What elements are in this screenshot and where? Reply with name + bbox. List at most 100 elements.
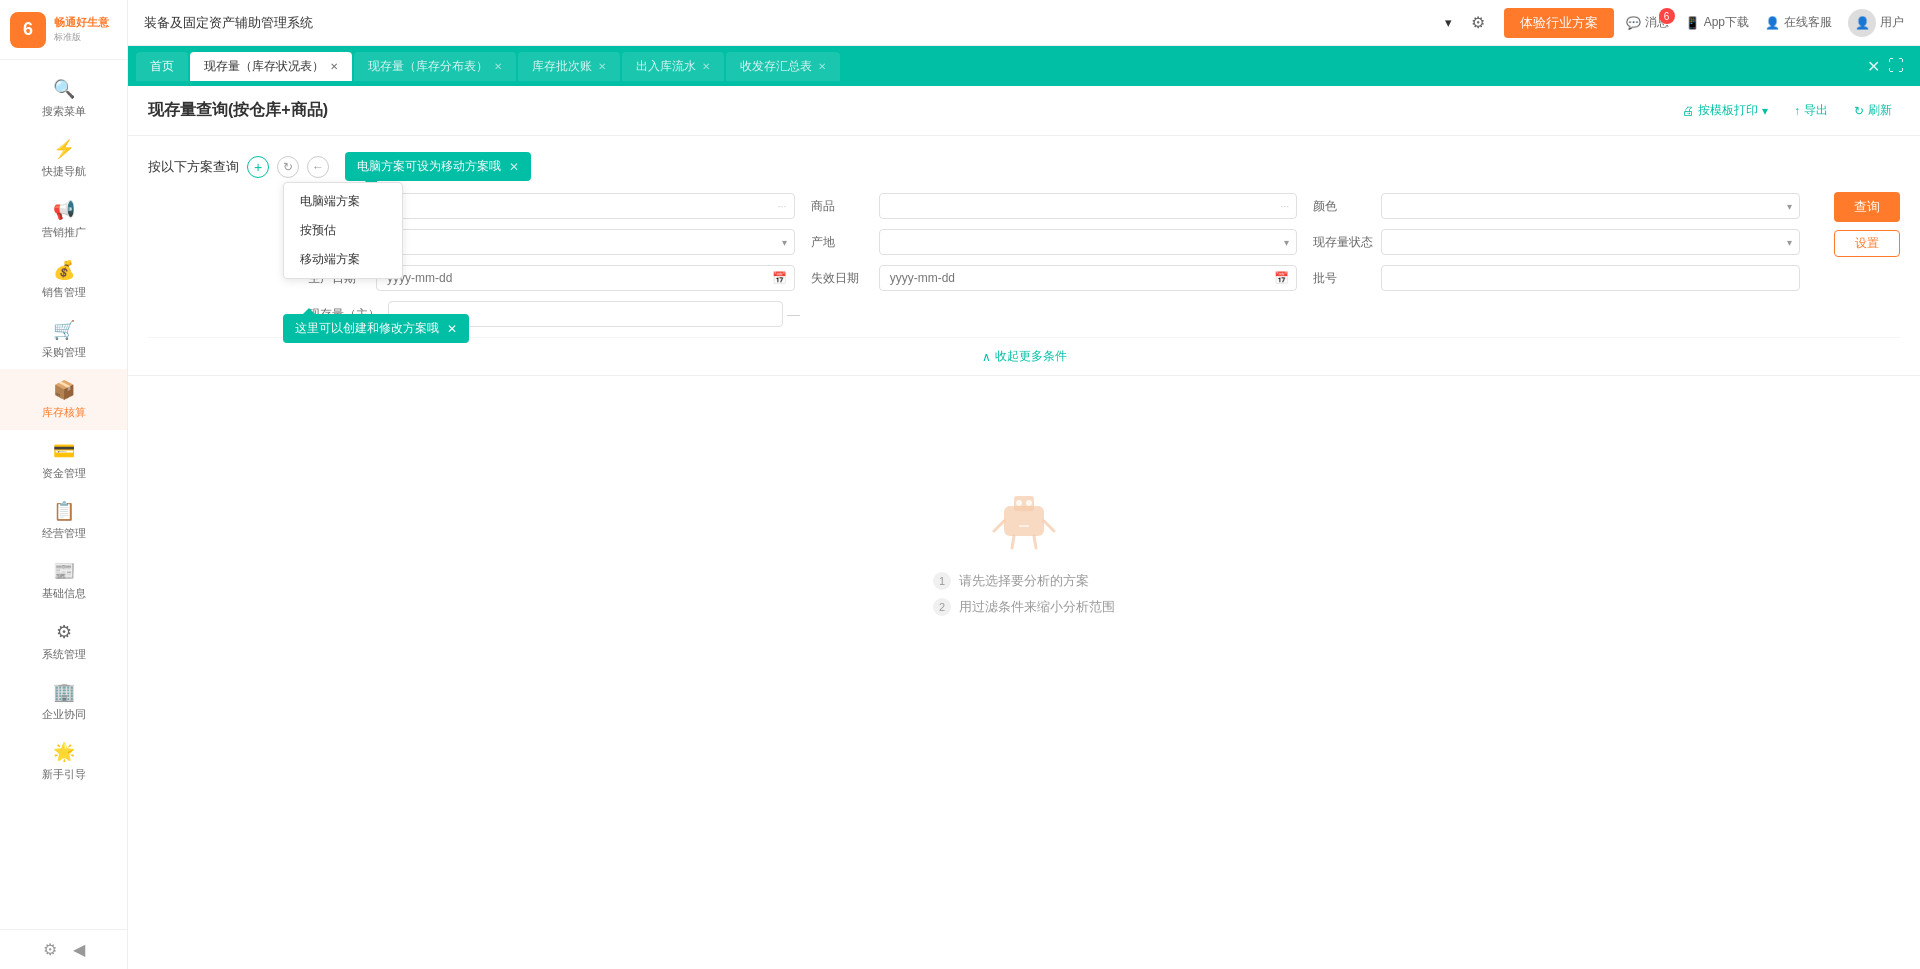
field-input-product[interactable] [879, 193, 1298, 219]
tooltip1-close[interactable]: ✕ [509, 160, 519, 174]
field-select-origin[interactable] [879, 229, 1298, 255]
print-btn[interactable]: 🖨 按模板打印 ▾ [1674, 98, 1776, 123]
print-label: 按模板打印 [1698, 102, 1758, 119]
tab-bar: 首页 现存量（库存状况表） ✕ 现存量（库存分布表） ✕ 库存批次账 ✕ 出入库… [128, 46, 1920, 86]
filter-field-exp-date: 失效日期 📅 [811, 265, 1298, 291]
filter-field-color: 颜色 ▾ [1313, 193, 1800, 219]
tab-batch-ledger[interactable]: 库存批次账 ✕ [518, 52, 620, 81]
page-content: 现存量查询(按仓库+商品) 🖨 按模板打印 ▾ ↑ 导出 ↻ [128, 86, 1920, 969]
settings-icon[interactable]: ⚙ [43, 940, 57, 959]
sidebar-item-system[interactable]: ⚙ 系统管理 [0, 611, 127, 671]
field-date-wrap-prod: 📅 [376, 265, 795, 291]
sidebar-bottom: ⚙ ◀ [0, 929, 127, 969]
sidebar-item-sales[interactable]: 💰 销售管理 [0, 249, 127, 309]
tab-bar-actions: ✕ ⛶ [1859, 57, 1912, 76]
sidebar-item-finance[interactable]: 💳 资金管理 [0, 430, 127, 490]
sidebar-item-label: 新手引导 [42, 767, 86, 781]
refresh-label: 刷新 [1868, 102, 1892, 119]
sidebar-item-guide[interactable]: 🌟 新手引导 [0, 731, 127, 791]
refresh-btn[interactable]: ↻ 刷新 [1846, 98, 1900, 123]
field-select-stock-status[interactable] [1381, 229, 1800, 255]
export-btn[interactable]: ↑ 导出 [1786, 98, 1836, 123]
marketing-icon: 📢 [53, 199, 75, 221]
field-date-exp[interactable] [879, 265, 1298, 291]
tab-close-icon[interactable]: ✕ [818, 61, 826, 72]
system-title-dropdown[interactable]: ▾ [1445, 15, 1452, 30]
sidebar-item-purchase[interactable]: 🛒 采购管理 [0, 309, 127, 369]
field-input-wrap-batch-no [1381, 265, 1800, 291]
system-title: 装备及固定资产辅助管理系统 [144, 14, 1433, 32]
sidebar-item-marketing[interactable]: 📢 营销推广 [0, 189, 127, 249]
filter-refresh-btn[interactable]: ↻ [277, 156, 299, 178]
tab-label: 出入库流水 [636, 58, 696, 75]
sales-icon: 💰 [53, 259, 75, 281]
set-btn[interactable]: 设置 [1834, 230, 1900, 257]
tip-num-1: 1 [933, 572, 951, 590]
field-select-color[interactable] [1381, 193, 1800, 219]
scheme-item-estimate[interactable]: 按预估 [284, 216, 402, 245]
tab-expand-icon[interactable]: ⛶ [1888, 57, 1904, 75]
field-select-size[interactable] [376, 229, 795, 255]
filter-add-btn[interactable]: + [247, 156, 269, 178]
scheme-item-label: 按预估 [300, 222, 336, 239]
field-date-prod[interactable] [376, 265, 795, 291]
top-right-actions: 💬 消息 6 📱 App下载 👤 在线客服 👤 用户 [1626, 9, 1904, 37]
field-label-color: 颜色 [1313, 198, 1373, 215]
tab-in-out-flow[interactable]: 出入库流水 ✕ [622, 52, 724, 81]
tab-close-icon[interactable]: ✕ [702, 61, 710, 72]
tip-text-1: 请先选择要分析的方案 [959, 572, 1089, 590]
field-select-wrap-origin: ▾ [879, 229, 1298, 255]
tab-inventory-status[interactable]: 现存量（库存状况表） ✕ [190, 52, 352, 81]
app-download-label: App下载 [1704, 14, 1749, 31]
online-service-btn[interactable]: 👤 在线客服 [1765, 14, 1832, 31]
settings-button[interactable]: ⚙ [1464, 9, 1492, 37]
page-inner: 现存量查询(按仓库+商品) 🖨 按模板打印 ▾ ↑ 导出 ↻ [128, 86, 1920, 969]
tab-receive-summary[interactable]: 收发存汇总表 ✕ [726, 52, 840, 81]
query-btn[interactable]: 查询 [1834, 192, 1900, 222]
svg-line-8 [1034, 536, 1036, 548]
tooltip2-text: 这里可以创建和修改方案哦 [295, 320, 439, 337]
tab-close-icon[interactable]: ✕ [494, 61, 502, 72]
field-input-batch-no[interactable] [1381, 265, 1800, 291]
tab-inventory-dist[interactable]: 现存量（库存分布表） ✕ [354, 52, 516, 81]
export-icon: ↑ [1794, 104, 1800, 118]
tab-home[interactable]: 首页 [136, 52, 188, 81]
tab-close-icon[interactable]: ✕ [330, 61, 338, 72]
collapse-sidebar-icon[interactable]: ◀ [73, 940, 85, 959]
quantity-separator: — [787, 307, 800, 322]
filter-arrow-btn[interactable]: ← [307, 156, 329, 178]
experience-btn[interactable]: 体验行业方案 [1504, 8, 1614, 38]
tab-label: 现存量（库存状况表） [204, 58, 324, 75]
sidebar-item-enterprise[interactable]: 🏢 企业协同 [0, 671, 127, 731]
print-icon: 🖨 [1682, 104, 1694, 118]
sidebar-item-quick-nav[interactable]: ⚡ 快捷导航 [0, 128, 127, 188]
sidebar-item-label: 基础信息 [42, 586, 86, 600]
tooltip1-text: 电脑方案可设为移动方案哦 [357, 158, 501, 175]
field-input-warehouse[interactable] [376, 193, 795, 219]
field-select-wrap-stock-status: ▾ [1381, 229, 1800, 255]
tooltip2-close[interactable]: ✕ [447, 322, 457, 336]
filter-field-product: 商品 ··· [811, 193, 1298, 219]
field-label-origin: 产地 [811, 234, 871, 251]
top-bar: 装备及固定资产辅助管理系统 ▾ ⚙ 体验行业方案 💬 消息 6 📱 App下载 … [128, 0, 1920, 46]
svg-point-2 [1016, 500, 1022, 506]
filter-field-origin: 产地 ▾ [811, 229, 1298, 255]
tab-close-all-icon[interactable]: ✕ [1867, 57, 1880, 76]
scheme-item-mobile[interactable]: 移动端方案 [284, 245, 402, 274]
page-title: 现存量查询(按仓库+商品) [148, 100, 328, 121]
notification-btn[interactable]: 💬 消息 6 [1626, 14, 1669, 31]
sidebar-item-basic[interactable]: 📰 基础信息 [0, 550, 127, 610]
tooltip2-arrow [303, 308, 315, 314]
tab-label: 库存批次账 [532, 58, 592, 75]
sidebar-item-business[interactable]: 📋 经营管理 [0, 490, 127, 550]
empty-tip-2: 2 用过滤条件来缩小分析范围 [933, 598, 1115, 616]
sidebar-item-inventory[interactable]: 📦 库存核算 [0, 369, 127, 429]
sidebar-item-search[interactable]: 🔍 搜索菜单 [0, 68, 127, 128]
enterprise-icon: 🏢 [53, 681, 75, 703]
app-download-btn[interactable]: 📱 App下载 [1685, 14, 1749, 31]
field-input-wrap-product: ··· [879, 193, 1298, 219]
scheme-item-pc[interactable]: 电脑端方案 [284, 187, 402, 216]
app-logo: 6 畅通好生意 标准版 [0, 0, 127, 60]
tab-close-icon[interactable]: ✕ [598, 61, 606, 72]
user-btn[interactable]: 👤 用户 [1848, 9, 1904, 37]
